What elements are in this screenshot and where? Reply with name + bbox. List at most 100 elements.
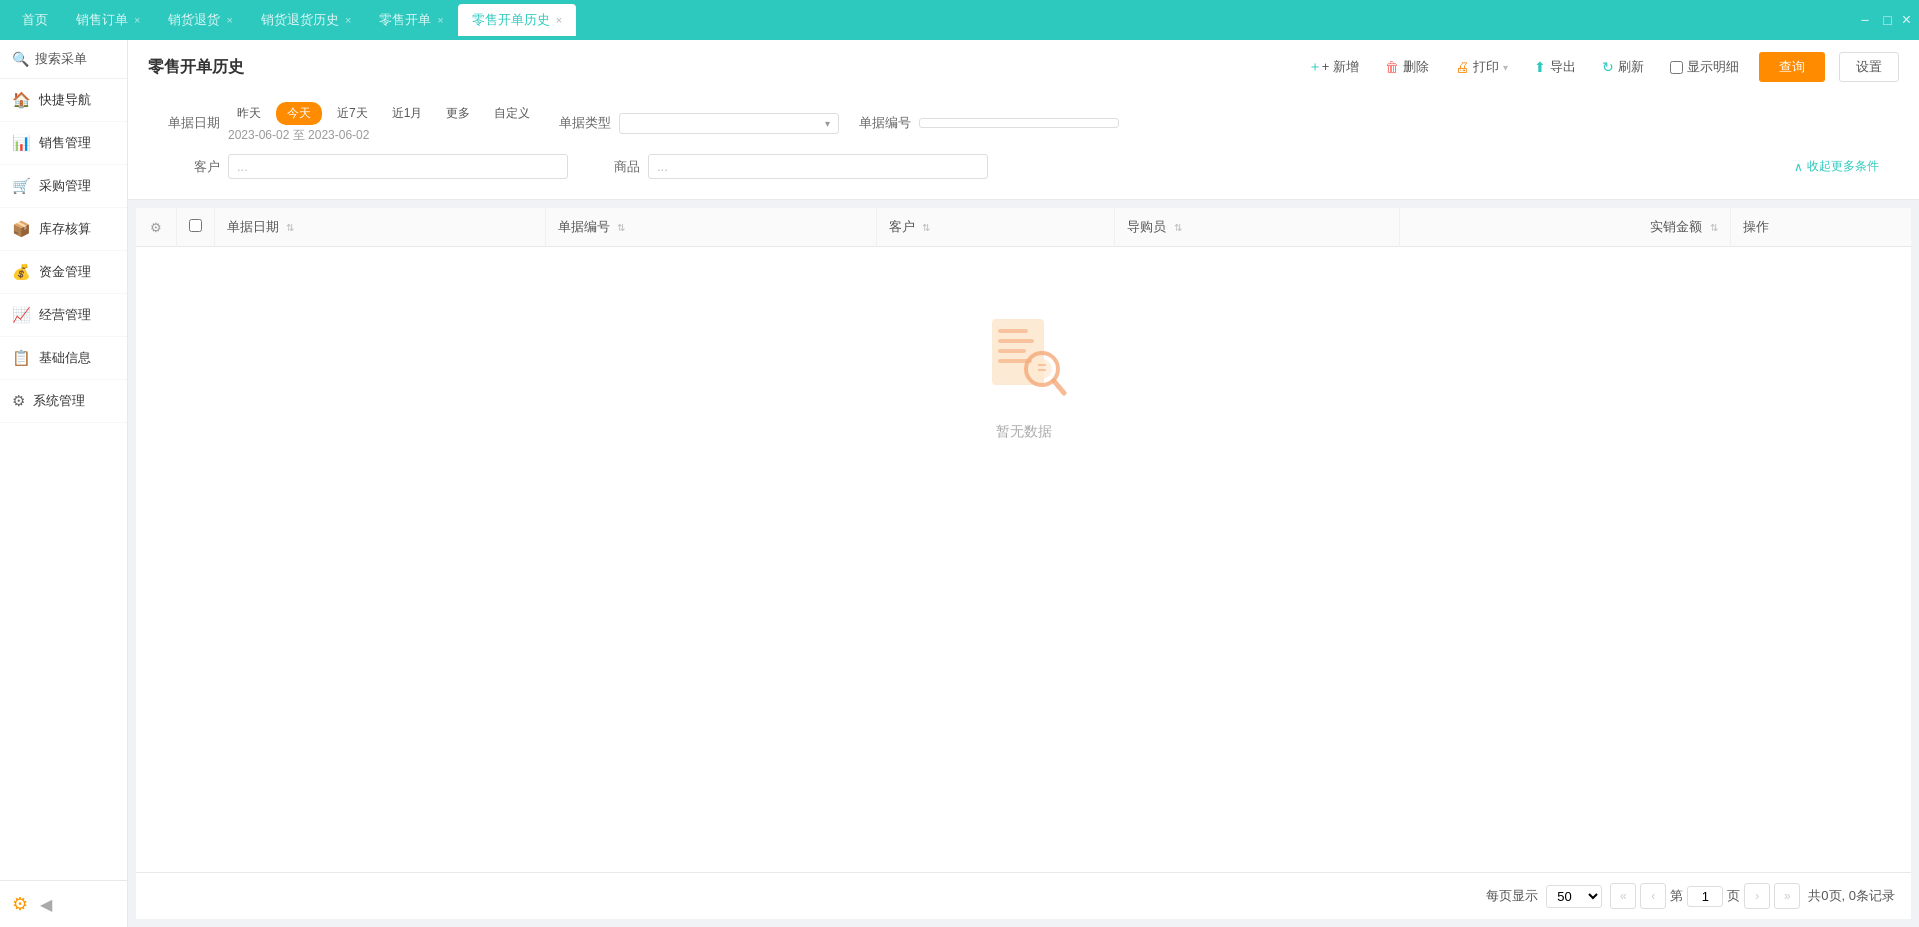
collapse-sidebar-icon[interactable]: ◀ — [40, 895, 52, 914]
print-button[interactable]: 🖨 打印 ▾ — [1449, 54, 1514, 80]
date-filter-label: 单据日期 — [168, 114, 220, 132]
sort-guide-icon[interactable]: ⇅ — [1174, 222, 1182, 233]
export-icon: ⬆ — [1534, 59, 1546, 75]
sort-date-icon[interactable]: ⇅ — [286, 222, 294, 233]
empty-state: 暂无数据 — [136, 247, 1911, 501]
number-input[interactable] — [919, 118, 1119, 128]
date-btn-today[interactable]: 今天 — [276, 102, 322, 125]
main-layout: 🔍 搜索采单 🏠 快捷导航 📊 销售管理 🛒 采购管理 📦 库存核算 💰 资金管… — [0, 40, 1919, 927]
tab-sales-order[interactable]: 销售订单 × — [62, 4, 154, 36]
filter-type-item: 单据类型 ▾ — [559, 113, 839, 134]
last-page-btn[interactable]: » — [1774, 883, 1800, 909]
date-btn-7days[interactable]: 近7天 — [328, 102, 377, 125]
sort-number-icon[interactable]: ⇅ — [617, 222, 625, 233]
refresh-icon: ↻ — [1602, 59, 1614, 75]
per-page-select[interactable]: 50 10 20 100 — [1546, 885, 1602, 908]
settings-button[interactable]: 设置 — [1839, 52, 1899, 82]
customer-input[interactable]: ... — [228, 154, 568, 179]
close-tab-sales-order[interactable]: × — [134, 14, 140, 26]
close-tab-retail-open-history[interactable]: × — [556, 14, 562, 26]
th-settings[interactable]: ⚙ — [136, 208, 176, 247]
refresh-button[interactable]: ↻ 刷新 — [1596, 54, 1650, 80]
tab-retail-open[interactable]: 零售开单 × — [365, 4, 457, 36]
first-page-btn[interactable]: « — [1610, 883, 1636, 909]
pagination-nav: « ‹ 第 页 › » — [1610, 883, 1800, 909]
type-select-arrow: ▾ — [825, 118, 830, 129]
close-tab-sales-return[interactable]: × — [226, 14, 232, 26]
sidebar-item-sales-mgmt[interactable]: 📊 销售管理 — [0, 122, 127, 165]
filter-row-2: 客户 ... 商品 ... — [168, 154, 1879, 179]
export-button[interactable]: ⬆ 导出 — [1528, 54, 1582, 80]
window-close-btn[interactable]: × — [1902, 11, 1911, 29]
page-header: 零售开单历史 ＋ + 新增 🗑 删除 🖨 打印 ▾ — [128, 40, 1919, 200]
sort-amount-icon[interactable]: ⇅ — [1710, 222, 1718, 233]
th-number: 单据编号 ⇅ — [545, 208, 876, 247]
empty-icon — [974, 307, 1074, 407]
svg-rect-1 — [998, 329, 1028, 333]
goods-input[interactable]: ... — [648, 154, 988, 179]
close-tab-sales-return-history[interactable]: × — [345, 14, 351, 26]
pagination-info: 共0页, 0条记录 — [1808, 887, 1895, 905]
th-guide-label: 导购员 — [1127, 219, 1166, 234]
sidebar-search[interactable]: 🔍 搜索采单 — [0, 40, 127, 79]
basic-info-icon: 📋 — [12, 349, 31, 367]
page-suffix-label: 页 — [1727, 887, 1740, 905]
table-header-row: ⚙ 单据日期 ⇅ 单据编号 ⇅ — [136, 208, 1911, 247]
select-all-checkbox[interactable] — [189, 219, 202, 232]
sidebar-item-basic-info[interactable]: 📋 基础信息 — [0, 337, 127, 380]
page-prefix-label: 第 — [1670, 887, 1683, 905]
th-action-label: 操作 — [1743, 219, 1769, 234]
print-icon: 🖨 — [1455, 59, 1469, 75]
sidebar-item-inventory[interactable]: 📦 库存核算 — [0, 208, 127, 251]
type-select[interactable]: ▾ — [619, 113, 839, 134]
th-action: 操作 — [1730, 208, 1911, 247]
th-number-label: 单据编号 — [558, 219, 610, 234]
th-date: 单据日期 ⇅ — [214, 208, 545, 247]
settings-icon[interactable]: ⚙ — [12, 893, 28, 915]
content-area: 零售开单历史 ＋ + 新增 🗑 删除 🖨 打印 ▾ — [128, 40, 1919, 927]
sidebar-item-system[interactable]: ⚙ 系统管理 — [0, 380, 127, 423]
prev-page-btn[interactable]: ‹ — [1640, 883, 1666, 909]
date-btn-1month[interactable]: 近1月 — [383, 102, 432, 125]
sidebar-item-purchase-mgmt[interactable]: 🛒 采购管理 — [0, 165, 127, 208]
customer-dots: ... — [237, 159, 248, 174]
display-detail-button[interactable]: 显示明细 — [1664, 54, 1745, 80]
date-btn-more[interactable]: 更多 — [437, 102, 479, 125]
window-min-btn[interactable]: － — [1857, 10, 1873, 31]
page-title: 零售开单历史 — [148, 57, 244, 78]
sidebar-item-finance[interactable]: 💰 资金管理 — [0, 251, 127, 294]
page-number-input[interactable] — [1687, 886, 1723, 907]
date-btn-yesterday[interactable]: 昨天 — [228, 102, 270, 125]
sort-customer-icon[interactable]: ⇅ — [922, 222, 930, 233]
tab-sales-return-history[interactable]: 销货退货历史 × — [247, 4, 365, 36]
new-button[interactable]: ＋ + 新增 — [1302, 54, 1365, 80]
sidebar-item-quick-nav[interactable]: 🏠 快捷导航 — [0, 79, 127, 122]
date-btn-custom[interactable]: 自定义 — [485, 102, 539, 125]
delete-button[interactable]: 🗑 删除 — [1379, 54, 1435, 80]
tab-retail-open-history[interactable]: 零售开单历史 × — [458, 4, 576, 36]
column-settings-icon[interactable]: ⚙ — [150, 220, 162, 235]
th-customer-label: 客户 — [889, 219, 915, 234]
svg-rect-2 — [998, 339, 1034, 343]
window-max-btn[interactable]: □ — [1883, 12, 1891, 28]
finance-icon: 💰 — [12, 263, 31, 281]
ops-icon: 📈 — [12, 306, 31, 324]
collapse-filter-btn[interactable]: ∧ 收起更多条件 — [1794, 154, 1879, 179]
tab-home[interactable]: 首页 — [8, 4, 62, 36]
filter-customer-item: 客户 ... — [168, 154, 568, 179]
display-detail-checkbox[interactable] — [1670, 61, 1683, 74]
filter-area: 单据日期 昨天 今天 近7天 近1月 更多 自定义 2023-06-02 至 2… — [148, 92, 1899, 199]
sidebar-item-ops[interactable]: 📈 经营管理 — [0, 294, 127, 337]
close-tab-retail-open[interactable]: × — [437, 14, 443, 26]
th-date-label: 单据日期 — [227, 219, 279, 234]
sidebar: 🔍 搜索采单 🏠 快捷导航 📊 销售管理 🛒 采购管理 📦 库存核算 💰 资金管… — [0, 40, 128, 927]
system-icon: ⚙ — [12, 392, 25, 410]
next-page-btn[interactable]: › — [1744, 883, 1770, 909]
filter-row-1: 单据日期 昨天 今天 近7天 近1月 更多 自定义 2023-06-02 至 2… — [168, 102, 1879, 144]
th-check[interactable] — [176, 208, 214, 247]
query-button[interactable]: 查询 — [1759, 52, 1825, 82]
th-guide: 导购员 ⇅ — [1115, 208, 1400, 247]
empty-text: 暂无数据 — [996, 423, 1052, 441]
tab-sales-return[interactable]: 销货退货 × — [154, 4, 246, 36]
th-amount: 实销金额 ⇅ — [1399, 208, 1730, 247]
